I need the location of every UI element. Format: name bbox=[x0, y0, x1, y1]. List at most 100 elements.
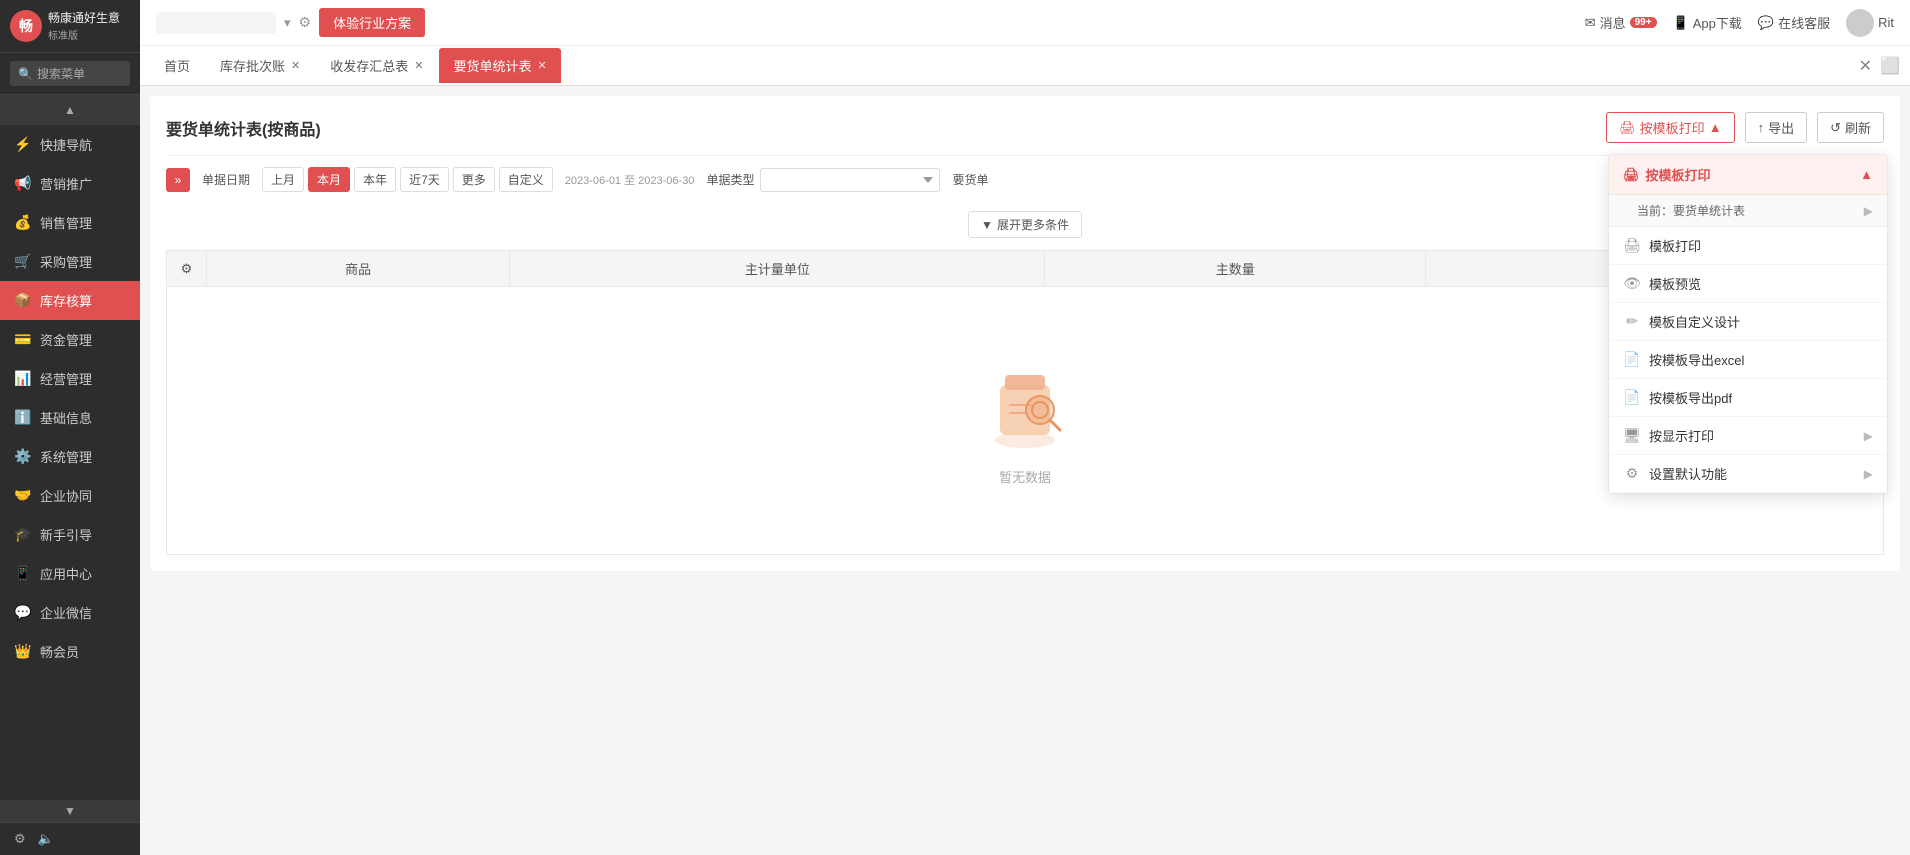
refresh-btn[interactable]: ↺ 刷新 bbox=[1817, 112, 1884, 143]
template-export-excel-item-icon: 📄 bbox=[1623, 351, 1641, 368]
sidebar-item-basic[interactable]: ℹ️ 基础信息 bbox=[0, 398, 140, 437]
dropdown-current-item[interactable]: 当前：要货单统计表 ▶ bbox=[1609, 195, 1887, 227]
dropdown-header[interactable]: 🖨 按模板打印 ▲ bbox=[1609, 155, 1887, 195]
dropdown-item-export-excel-label: 按模板导出excel bbox=[1649, 350, 1744, 369]
sidebar-item-label: 资金管理 bbox=[40, 330, 92, 349]
appstore-icon: 📱 bbox=[14, 565, 32, 582]
messages-btn[interactable]: ✉ 消息 99+ bbox=[1585, 13, 1657, 32]
topbar-search-input[interactable] bbox=[156, 12, 276, 34]
col-quantity: 主数量 bbox=[1045, 251, 1426, 287]
expand-more-btn[interactable]: ▼ 展开更多条件 bbox=[968, 211, 1082, 238]
online-service-btn[interactable]: 💬 在线客服 bbox=[1758, 13, 1830, 32]
sidebar-item-member[interactable]: 👑 畅会员 bbox=[0, 632, 140, 671]
sidebar-logo: 畅 畅康通好生意 标准版 bbox=[0, 0, 140, 53]
sidebar-item-enterprise[interactable]: 🤝 企业协同 bbox=[0, 476, 140, 515]
date-prev-month-btn[interactable]: 上月 bbox=[262, 167, 304, 192]
tab-maximize-icon[interactable]: ⬜ bbox=[1880, 56, 1900, 76]
dropdown-header-collapse-arrow[interactable]: ▲ bbox=[1860, 167, 1873, 182]
dropdown-item-template-export-excel[interactable]: 📄 按模板导出excel bbox=[1609, 341, 1887, 379]
date-filter-label: 单据日期 bbox=[202, 171, 250, 188]
tab-order-summary[interactable]: 要货单统计表 ✕ bbox=[439, 48, 560, 83]
sidebar-search-inner[interactable]: 🔍 搜索菜单 bbox=[10, 61, 130, 86]
username-label: Rit bbox=[1878, 15, 1894, 30]
col-settings[interactable]: ⚙ bbox=[167, 251, 207, 287]
settings-footer-icon[interactable]: ⚙ bbox=[14, 831, 26, 847]
messages-icon: ✉ bbox=[1585, 15, 1596, 31]
template-print-item-icon: 🖨 bbox=[1623, 237, 1641, 254]
date-last7-btn[interactable]: 近7天 bbox=[400, 167, 449, 192]
sidebar-item-label: 采购管理 bbox=[40, 252, 92, 271]
topbar-dropdown-arrow[interactable]: ▾ bbox=[284, 15, 291, 31]
empty-state-icon bbox=[975, 355, 1075, 455]
sidebar-item-wechat[interactable]: 💬 企业微信 bbox=[0, 593, 140, 632]
expand-icon: ▼ bbox=[981, 218, 993, 232]
dropdown-sub-item-set-default[interactable]: ⚙ 设置默认功能 ▶ bbox=[1609, 455, 1887, 493]
sidebar-item-appstore[interactable]: 📱 应用中心 bbox=[0, 554, 140, 593]
export-label: 导出 bbox=[1768, 118, 1794, 137]
sidebar-item-quick-nav[interactable]: ⚡ 快捷导航 bbox=[0, 125, 140, 164]
printer-dropdown-icon: 🖨 bbox=[1623, 167, 1640, 183]
sidebar-item-purchase[interactable]: 🛒 采购管理 bbox=[0, 242, 140, 281]
tab-inventory-batch-close[interactable]: ✕ bbox=[291, 59, 300, 72]
dropdown-item-template-print-label: 模板打印 bbox=[1649, 236, 1701, 255]
tabs-bar: 首页 库存批次账 ✕ 收发存汇总表 ✕ 要货单统计表 ✕ ✕ ⬜ bbox=[140, 46, 1910, 86]
sidebar-item-sales[interactable]: 💰 销售管理 bbox=[0, 203, 140, 242]
export-btn[interactable]: ↑ 导出 bbox=[1745, 112, 1808, 143]
date-more-btn[interactable]: 更多 bbox=[453, 167, 495, 192]
tab-order-summary-close[interactable]: ✕ bbox=[538, 59, 547, 72]
sound-footer-icon[interactable]: 🔈 bbox=[38, 831, 54, 847]
topbar-right: ✉ 消息 99+ 📱 App下载 💬 在线客服 Rit bbox=[1585, 9, 1894, 37]
template-print-btn[interactable]: 🖨 按模板打印 ▲ bbox=[1606, 112, 1734, 143]
app-download-btn[interactable]: 📱 App下载 bbox=[1673, 13, 1742, 32]
sidebar-item-operations[interactable]: 📊 经营管理 bbox=[0, 359, 140, 398]
order-type-select[interactable] bbox=[760, 168, 940, 192]
dropdown-sub-item-display-print[interactable]: 🖥 按显示打印 ▶ bbox=[1609, 417, 1887, 455]
date-current-year-btn[interactable]: 本年 bbox=[354, 167, 396, 192]
tab-minimize-icon[interactable]: ✕ bbox=[1859, 56, 1872, 76]
sidebar-item-system[interactable]: ⚙️ 系统管理 bbox=[0, 437, 140, 476]
sidebar-item-newbie[interactable]: 🎓 新手引导 bbox=[0, 515, 140, 554]
dropdown-item-template-preview-label: 模板预览 bbox=[1649, 274, 1701, 293]
col-goods: 商品 bbox=[207, 251, 510, 287]
date-custom-btn[interactable]: 自定义 bbox=[499, 167, 553, 192]
dropdown-display-print-arrow: ▶ bbox=[1864, 429, 1873, 443]
user-avatar-btn[interactable]: Rit bbox=[1846, 9, 1894, 37]
tab-receivable-summary-label: 收发存汇总表 bbox=[330, 56, 408, 75]
sidebar-item-label: 销售管理 bbox=[40, 213, 92, 232]
table-settings-icon[interactable]: ⚙ bbox=[181, 261, 193, 276]
trial-btn[interactable]: 体验行业方案 bbox=[319, 8, 425, 37]
sidebar: 畅 畅康通好生意 标准版 🔍 搜索菜单 ▲ ⚡ 快捷导航 📢 营销推广 💰 销售… bbox=[0, 0, 140, 855]
sidebar-item-label: 营销推广 bbox=[40, 174, 92, 193]
online-service-label: 在线客服 bbox=[1778, 13, 1830, 32]
filter-expand-btn[interactable]: » bbox=[166, 168, 190, 192]
sidebar-item-label: 系统管理 bbox=[40, 447, 92, 466]
dropdown-item-template-print[interactable]: 🖨 模板打印 bbox=[1609, 227, 1887, 265]
topbar: ▾ ⚙ 体验行业方案 ✉ 消息 99+ 📱 App下载 💬 在线客服 Rit bbox=[140, 0, 1910, 46]
dropdown-title: 🖨 按模板打印 bbox=[1623, 165, 1711, 184]
tab-order-summary-label: 要货单统计表 bbox=[453, 56, 531, 75]
tab-home[interactable]: 首页 bbox=[150, 48, 204, 83]
dropdown-item-template-custom[interactable]: ✏ 模板自定义设计 bbox=[1609, 303, 1887, 341]
newbie-icon: 🎓 bbox=[14, 526, 32, 543]
marketing-icon: 📢 bbox=[14, 175, 32, 192]
sidebar-item-marketing[interactable]: 📢 营销推广 bbox=[0, 164, 140, 203]
sidebar-item-finance[interactable]: 💳 资金管理 bbox=[0, 320, 140, 359]
sidebar-item-label: 经营管理 bbox=[40, 369, 92, 388]
sidebar-search-area[interactable]: 🔍 搜索菜单 bbox=[0, 53, 140, 95]
tab-inventory-batch[interactable]: 库存批次账 ✕ bbox=[206, 48, 314, 83]
refresh-label: 刷新 bbox=[1845, 118, 1871, 137]
sidebar-item-inventory[interactable]: 📦 库存核算 bbox=[0, 281, 140, 320]
topbar-gear-icon[interactable]: ⚙ bbox=[299, 14, 312, 31]
tab-receivable-summary[interactable]: 收发存汇总表 ✕ bbox=[316, 48, 437, 83]
sidebar-scroll-up[interactable]: ▲ bbox=[4, 99, 136, 121]
sidebar-item-label: 快捷导航 bbox=[40, 135, 92, 154]
dropdown-current-arrow: ▶ bbox=[1864, 204, 1873, 218]
online-service-icon: 💬 bbox=[1758, 15, 1774, 31]
dropdown-display-print-title: 🖥 按显示打印 bbox=[1623, 426, 1714, 445]
sidebar-scroll-down[interactable]: ▼ bbox=[0, 800, 140, 822]
date-current-month-btn[interactable]: 本月 bbox=[308, 167, 350, 192]
inventory-icon: 📦 bbox=[14, 292, 32, 309]
tab-receivable-summary-close[interactable]: ✕ bbox=[414, 59, 423, 72]
dropdown-item-template-preview[interactable]: 👁 模板预览 bbox=[1609, 265, 1887, 303]
dropdown-item-template-export-pdf[interactable]: 📄 按模板导出pdf bbox=[1609, 379, 1887, 417]
